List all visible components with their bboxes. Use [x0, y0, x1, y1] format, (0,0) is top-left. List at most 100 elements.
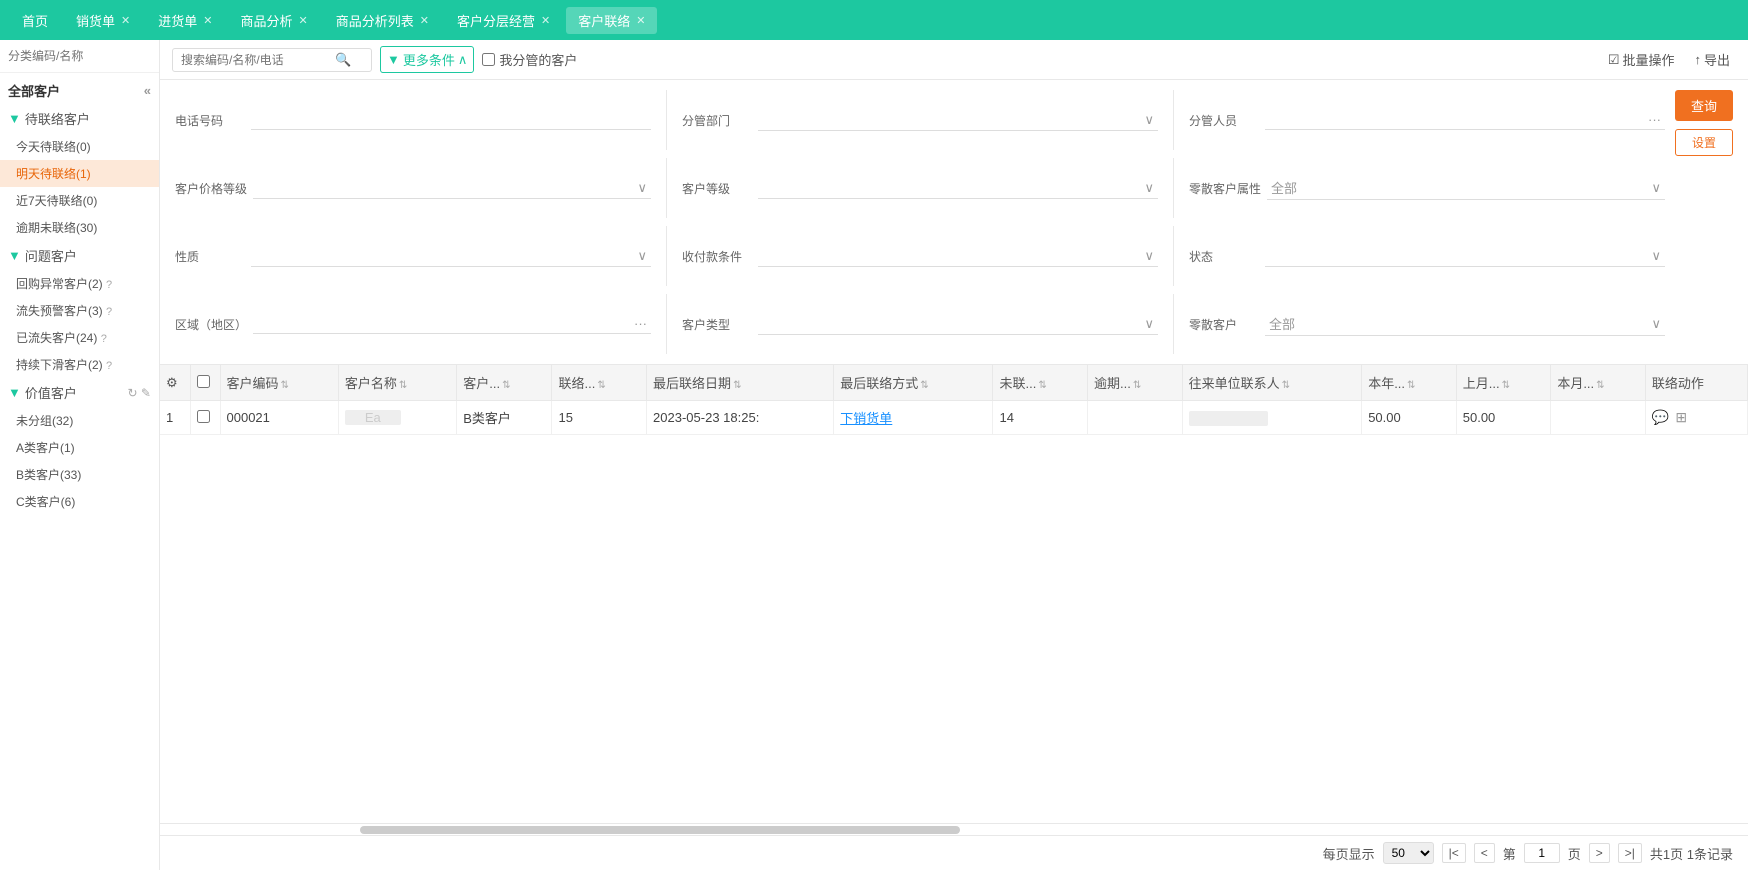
row-name: Ea [338, 401, 456, 435]
query-button[interactable]: 查询 [1675, 90, 1733, 121]
nature-select[interactable]: ∨ [251, 246, 651, 267]
group-value-customers[interactable]: ▼ 价值客户 ↻ ✎ [0, 378, 159, 407]
col-name[interactable]: 客户名称⇅ [338, 365, 456, 401]
qr-icon[interactable]: ⊞ [1675, 409, 1687, 426]
sidebar-item-class-c[interactable]: C类客户(6) [0, 488, 159, 515]
nav-product-analysis-list[interactable]: 商品分析列表 ✕ [324, 7, 441, 34]
divider [666, 158, 667, 218]
person-select[interactable]: ··· [1265, 110, 1665, 130]
select-all-checkbox[interactable] [197, 375, 210, 388]
close-icon[interactable]: ✕ [299, 14, 308, 27]
close-icon[interactable]: ✕ [636, 14, 645, 27]
sidebar-item-class-a[interactable]: A类客户(1) [0, 434, 159, 461]
col-checkbox[interactable] [190, 365, 220, 401]
all-customers-label: 全部客户 [8, 81, 60, 100]
filter-icon: ▼ [387, 52, 400, 67]
customer-level-select[interactable]: ∨ [758, 178, 1158, 199]
customer-type-select[interactable]: ∨ [758, 314, 1158, 335]
close-icon[interactable]: ✕ [203, 14, 212, 27]
collapse-icon[interactable]: « [144, 83, 151, 98]
nav-sales-order[interactable]: 销货单 ✕ [64, 7, 142, 34]
export-button[interactable]: ↑ 导出 [1688, 47, 1736, 72]
nav-customer-tier[interactable]: 客户分层经营 ✕ [445, 7, 562, 34]
prev-page-button[interactable]: < [1474, 843, 1495, 863]
first-page-button[interactable]: |< [1442, 843, 1466, 863]
sidebar-item-churn-warning[interactable]: 流失预警客户(3) ? [0, 297, 159, 324]
col-contact-count[interactable]: 联络...⇅ [552, 365, 647, 401]
col-this-month[interactable]: 本月...⇅ [1551, 365, 1646, 401]
chat-icon[interactable]: 💬 [1652, 409, 1669, 426]
phone-input[interactable] [251, 111, 651, 130]
row-last-date: 2023-05-23 18:25: [647, 401, 834, 435]
table-row: 1 000021 Ea B类客户 15 2023-05-23 18:25: 下销… [160, 401, 1748, 435]
row-checkbox[interactable] [190, 401, 220, 435]
total-label: 共1页 1条记录 [1650, 844, 1733, 863]
retail-customer-select[interactable]: 全部 ∨ [1265, 312, 1665, 336]
col-last-date[interactable]: 最后联络日期⇅ [647, 365, 834, 401]
chevron-down-icon: ∨ [1144, 180, 1154, 196]
sidebar-search-input[interactable] [8, 49, 160, 63]
row-select-checkbox[interactable] [197, 410, 210, 423]
close-icon[interactable]: ✕ [420, 14, 429, 27]
col-last-method[interactable]: 最后联络方式⇅ [834, 365, 993, 401]
filter-customer-level: 客户等级 ∨ [682, 178, 1158, 199]
sidebar-item-ungrouped[interactable]: 未分组(32) [0, 407, 159, 434]
last-page-button[interactable]: >| [1618, 843, 1642, 863]
export-icon: ↑ [1694, 52, 1701, 67]
col-code[interactable]: 客户编码⇅ [220, 365, 338, 401]
page-number-input[interactable] [1524, 843, 1560, 863]
my-customers-checkbox[interactable] [482, 53, 495, 66]
search-icon[interactable]: 🔍 [335, 52, 351, 68]
col-type[interactable]: 客户...⇅ [457, 365, 552, 401]
retail-attr-select[interactable]: 全部 ∨ [1267, 176, 1665, 200]
nav-purchase-order[interactable]: 进货单 ✕ [146, 7, 224, 34]
sidebar-item-tomorrow[interactable]: 明天待联络(1) [0, 160, 159, 187]
chevron-down-icon: ∨ [1144, 316, 1154, 332]
table-body: 1 000021 Ea B类客户 15 2023-05-23 18:25: 下销… [160, 401, 1748, 435]
col-this-year[interactable]: 本年...⇅ [1362, 365, 1457, 401]
nav-product-analysis[interactable]: 商品分析 ✕ [228, 7, 319, 34]
col-uncontacted[interactable]: 未联...⇅ [993, 365, 1088, 401]
col-unit-contact[interactable]: 往来单位联系人⇅ [1182, 365, 1362, 401]
per-page-select[interactable]: 50 100 200 [1383, 842, 1434, 864]
batch-operation-button[interactable]: ☑ 批量操作 [1602, 47, 1681, 72]
sidebar-item-overdue[interactable]: 逾期未联络(30) [0, 214, 159, 241]
table-header-row: ⚙ 客户编码⇅ 客户名称⇅ 客户...⇅ 联络...⇅ 最后联络日期⇅ 最后联络… [160, 365, 1748, 401]
nav-home[interactable]: 首页 [10, 7, 60, 34]
close-icon[interactable]: ✕ [541, 14, 550, 27]
status-select[interactable]: ∨ [1265, 246, 1665, 267]
search-box: 🔍 [172, 48, 372, 72]
close-icon[interactable]: ✕ [121, 14, 130, 27]
filter-price-level: 客户价格等级 ∨ [175, 178, 651, 199]
sidebar-item-today[interactable]: 今天待联络(0) [0, 133, 159, 160]
search-input[interactable] [181, 53, 331, 67]
filter-department: 分管部门 ∨ [682, 110, 1158, 131]
department-select[interactable]: ∨ [758, 110, 1158, 131]
horizontal-scrollbar[interactable] [160, 823, 1748, 835]
filter-payment: 收付款条件 ∨ [682, 246, 1158, 267]
more-filter-button[interactable]: ▼ 更多条件 ∧ [380, 46, 474, 73]
next-page-button[interactable]: > [1589, 843, 1610, 863]
sidebar-search-area: 🔍 [0, 40, 159, 73]
col-settings[interactable]: ⚙ [160, 365, 190, 401]
my-customers-checkbox-label[interactable]: 我分管的客户 [482, 50, 577, 69]
sidebar-item-7days[interactable]: 近7天待联络(0) [0, 187, 159, 214]
row-last-method[interactable]: 下销货单 [834, 401, 993, 435]
set-button[interactable]: 设置 [1675, 129, 1733, 156]
all-customers-header[interactable]: 全部客户 « [0, 73, 159, 104]
sidebar-item-class-b[interactable]: B类客户(33) [0, 461, 159, 488]
region-select[interactable]: ··· [253, 314, 651, 334]
group-problem-customers[interactable]: ▼ 问题客户 [0, 241, 159, 270]
sort-icon: ⇅ [1407, 380, 1415, 391]
nav-customer-contact[interactable]: 客户联络 ✕ [566, 7, 657, 34]
price-level-select[interactable]: ∨ [253, 178, 651, 199]
payment-select[interactable]: ∨ [758, 246, 1158, 267]
col-overdue[interactable]: 逾期...⇅ [1088, 365, 1183, 401]
sidebar-item-declining[interactable]: 持续下滑客户(2) ? [0, 351, 159, 378]
col-last-month[interactable]: 上月...⇅ [1456, 365, 1551, 401]
filter-phone: 电话号码 [175, 111, 651, 130]
sidebar-item-churned[interactable]: 已流失客户(24) ? [0, 324, 159, 351]
sidebar-item-repurchase-abnormal[interactable]: 回购异常客户(2) ? [0, 270, 159, 297]
scrollbar-thumb[interactable] [360, 826, 960, 834]
group-pending-contact[interactable]: ▼ 待联络客户 [0, 104, 159, 133]
